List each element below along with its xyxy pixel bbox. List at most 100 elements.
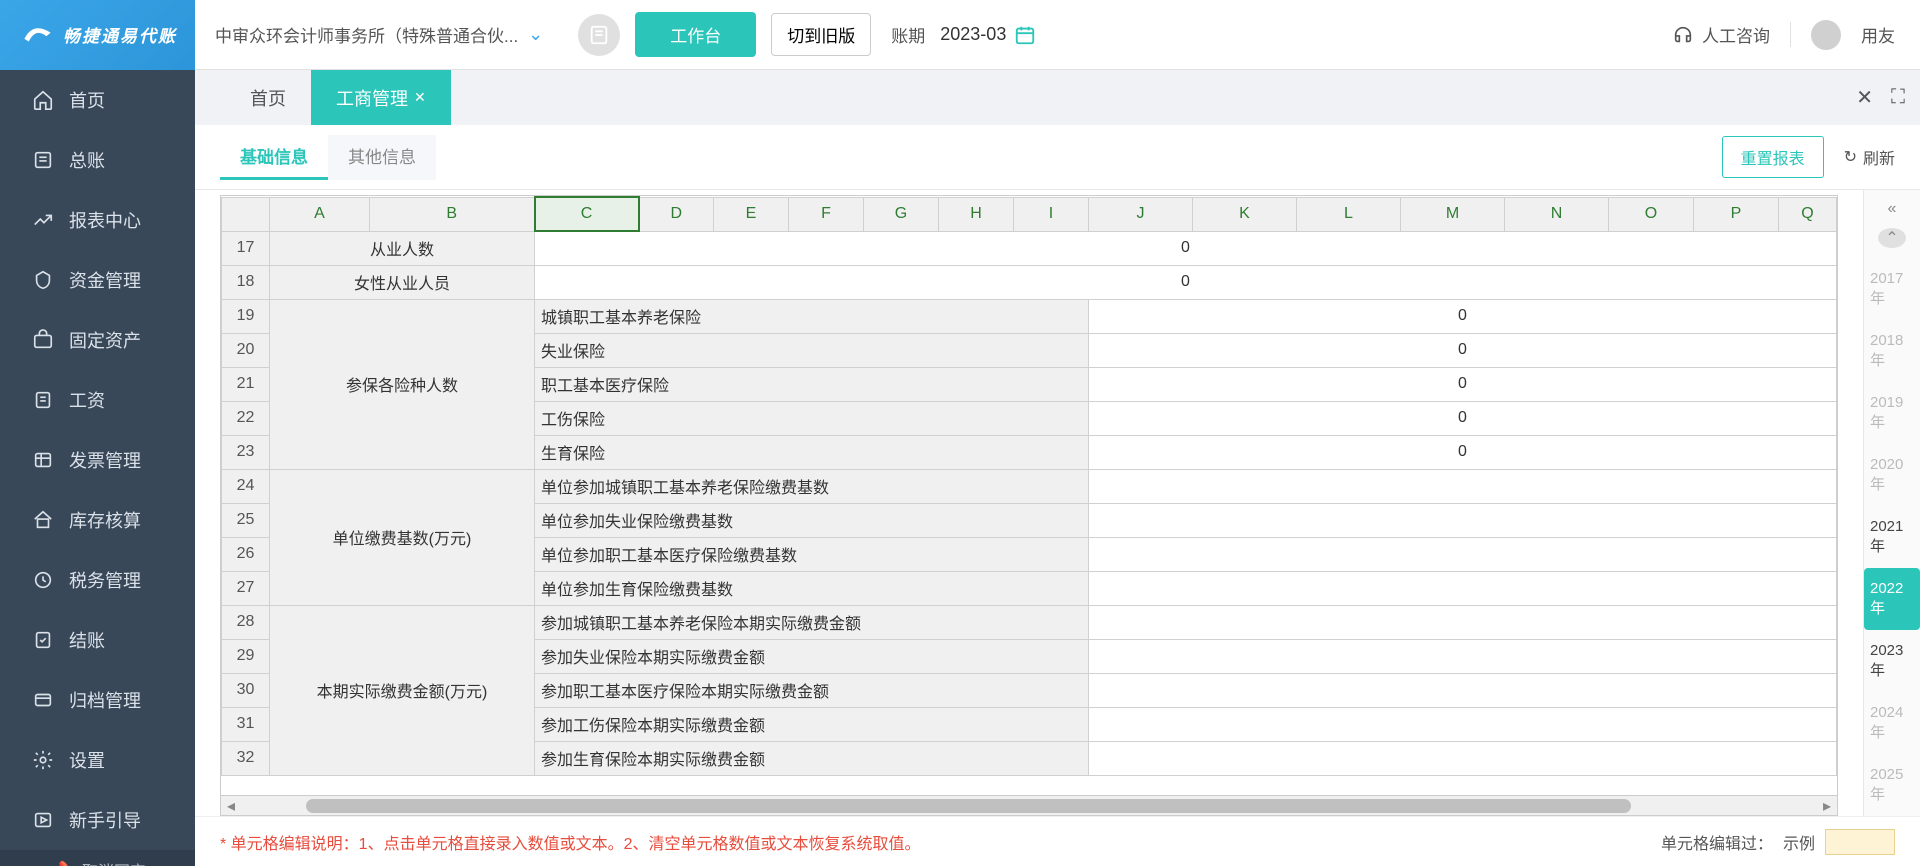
row-sublabel[interactable]: 单位参加职工基本医疗保险缴费基数 [535,537,1089,571]
cell[interactable] [1089,673,1837,707]
column-header[interactable]: E [714,197,789,231]
close-icon[interactable]: ✕ [414,89,426,106]
cell[interactable] [1089,503,1837,537]
refresh-button[interactable]: ↻ 刷新 [1844,145,1895,169]
row-header[interactable]: 29 [222,639,270,673]
row-sublabel[interactable]: 参加工伤保险本期实际缴费金额 [535,707,1089,741]
year-item[interactable]: 2020年 [1864,444,1920,506]
cell[interactable] [1089,639,1837,673]
sidebar-item[interactable]: 固定资产 [0,310,195,370]
row-header[interactable]: 27 [222,571,270,605]
column-header[interactable]: Q [1779,197,1837,231]
cell[interactable] [1089,605,1837,639]
column-header[interactable]: I [1014,197,1089,231]
column-header[interactable]: K [1193,197,1297,231]
cell[interactable]: 0 [1089,367,1837,401]
sidebar-item[interactable]: 新手引导 [0,790,195,850]
row-header[interactable]: 28 [222,605,270,639]
cell[interactable]: 0 [1089,435,1837,469]
sidebar-item[interactable]: 报表中心 [0,190,195,250]
year-up-button[interactable]: ⌃ [1878,228,1906,248]
sidebar-item[interactable]: 设置 [0,730,195,790]
row-sublabel[interactable]: 城镇职工基本养老保险 [535,299,1089,333]
row-header[interactable]: 19 [222,299,270,333]
column-header[interactable]: J [1089,197,1193,231]
cell[interactable]: 0 [1089,299,1837,333]
sidebar-item[interactable]: 结账 [0,610,195,670]
sidebar-item[interactable]: 发票管理 [0,430,195,490]
year-item[interactable]: 2022年 [1864,568,1920,630]
row-header[interactable]: 23 [222,435,270,469]
column-header[interactable]: P [1694,197,1779,231]
old-version-button[interactable]: 切到旧版 [771,13,871,56]
column-header[interactable]: H [939,197,1014,231]
cell[interactable] [1089,571,1837,605]
row-sublabel[interactable]: 单位参加城镇职工基本养老保险缴费基数 [535,469,1089,503]
tab-business[interactable]: 工商管理 ✕ [311,70,451,125]
row-header[interactable]: 31 [222,707,270,741]
reset-report-button[interactable]: 重置报表 [1722,136,1824,178]
close-all-icon[interactable]: ✕ [1856,85,1873,110]
row-sublabel[interactable]: 失业保险 [535,333,1089,367]
column-header[interactable]: D [639,197,714,231]
cell[interactable]: 0 [535,231,1837,265]
row-sublabel[interactable]: 单位参加失业保险缴费基数 [535,503,1089,537]
sidebar-item[interactable]: 税务管理 [0,550,195,610]
row-label[interactable]: 从业人数 [270,231,535,265]
year-item[interactable]: 2025年 [1864,754,1920,816]
row-sublabel[interactable]: 生育保险 [535,435,1089,469]
spreadsheet-grid[interactable]: ABCDEFGHIJKLMNOPQ 17从业人数018女性从业人员019参保各险… [220,195,1838,796]
column-header[interactable]: N [1505,197,1609,231]
row-header[interactable]: 32 [222,741,270,775]
year-item[interactable]: 2019年 [1864,382,1920,444]
cell[interactable]: 0 [1089,401,1837,435]
group-label[interactable]: 本期实际缴费金额(万元) [270,605,535,775]
column-header[interactable]: M [1401,197,1505,231]
username[interactable]: 用友 [1861,22,1895,47]
cell[interactable] [1089,469,1837,503]
period-value[interactable]: 2023-03 [940,24,1006,45]
tab-home[interactable]: 首页 [225,70,311,125]
subtab-basic[interactable]: 基础信息 [220,135,328,180]
book-icon[interactable] [578,14,620,56]
row-header[interactable]: 24 [222,469,270,503]
column-header[interactable]: B [370,197,535,231]
cell[interactable] [1089,741,1837,775]
calendar-icon[interactable] [1014,24,1036,46]
row-sublabel[interactable]: 参加职工基本医疗保险本期实际缴费金额 [535,673,1089,707]
row-header[interactable]: 30 [222,673,270,707]
fullscreen-icon[interactable]: ⛶ [1891,86,1905,109]
year-item[interactable]: 2017年 [1864,258,1920,320]
row-sublabel[interactable]: 单位参加生育保险缴费基数 [535,571,1089,605]
cell[interactable]: 0 [535,265,1837,299]
year-item[interactable]: 2018年 [1864,320,1920,382]
sidebar-item[interactable]: 总账 [0,130,195,190]
sidebar-item[interactable]: 首页 [0,70,195,130]
row-header[interactable]: 17 [222,231,270,265]
subtab-other[interactable]: 其他信息 [328,135,436,180]
column-header[interactable]: C [535,197,639,231]
consult-link[interactable]: 人工咨询 [1672,22,1770,47]
column-header[interactable]: A [270,197,370,231]
collapse-icon[interactable]: « [1888,200,1897,218]
row-sublabel[interactable]: 参加城镇职工基本养老保险本期实际缴费金额 [535,605,1089,639]
cell[interactable] [1089,707,1837,741]
scroll-left-icon[interactable]: ◂ [221,796,241,816]
row-sublabel[interactable]: 参加生育保险本期实际缴费金额 [535,741,1089,775]
row-header[interactable]: 20 [222,333,270,367]
row-header[interactable]: 22 [222,401,270,435]
group-label[interactable]: 参保各险种人数 [270,299,535,469]
row-header[interactable]: 26 [222,537,270,571]
group-label[interactable]: 单位缴费基数(万元) [270,469,535,605]
cell[interactable]: 0 [1089,333,1837,367]
cell[interactable] [1089,537,1837,571]
column-header[interactable]: G [864,197,939,231]
column-header[interactable]: F [789,197,864,231]
row-header[interactable]: 25 [222,503,270,537]
company-selector[interactable]: 中审众环会计师事务所（特殊普通合伙... ⌄ [195,22,563,47]
workbench-button[interactable]: 工作台 [635,12,756,57]
year-item[interactable]: 2024年 [1864,692,1920,754]
year-item[interactable]: 2021年 [1864,506,1920,568]
avatar[interactable] [1811,20,1841,50]
sidebar-item[interactable]: 归档管理 [0,670,195,730]
